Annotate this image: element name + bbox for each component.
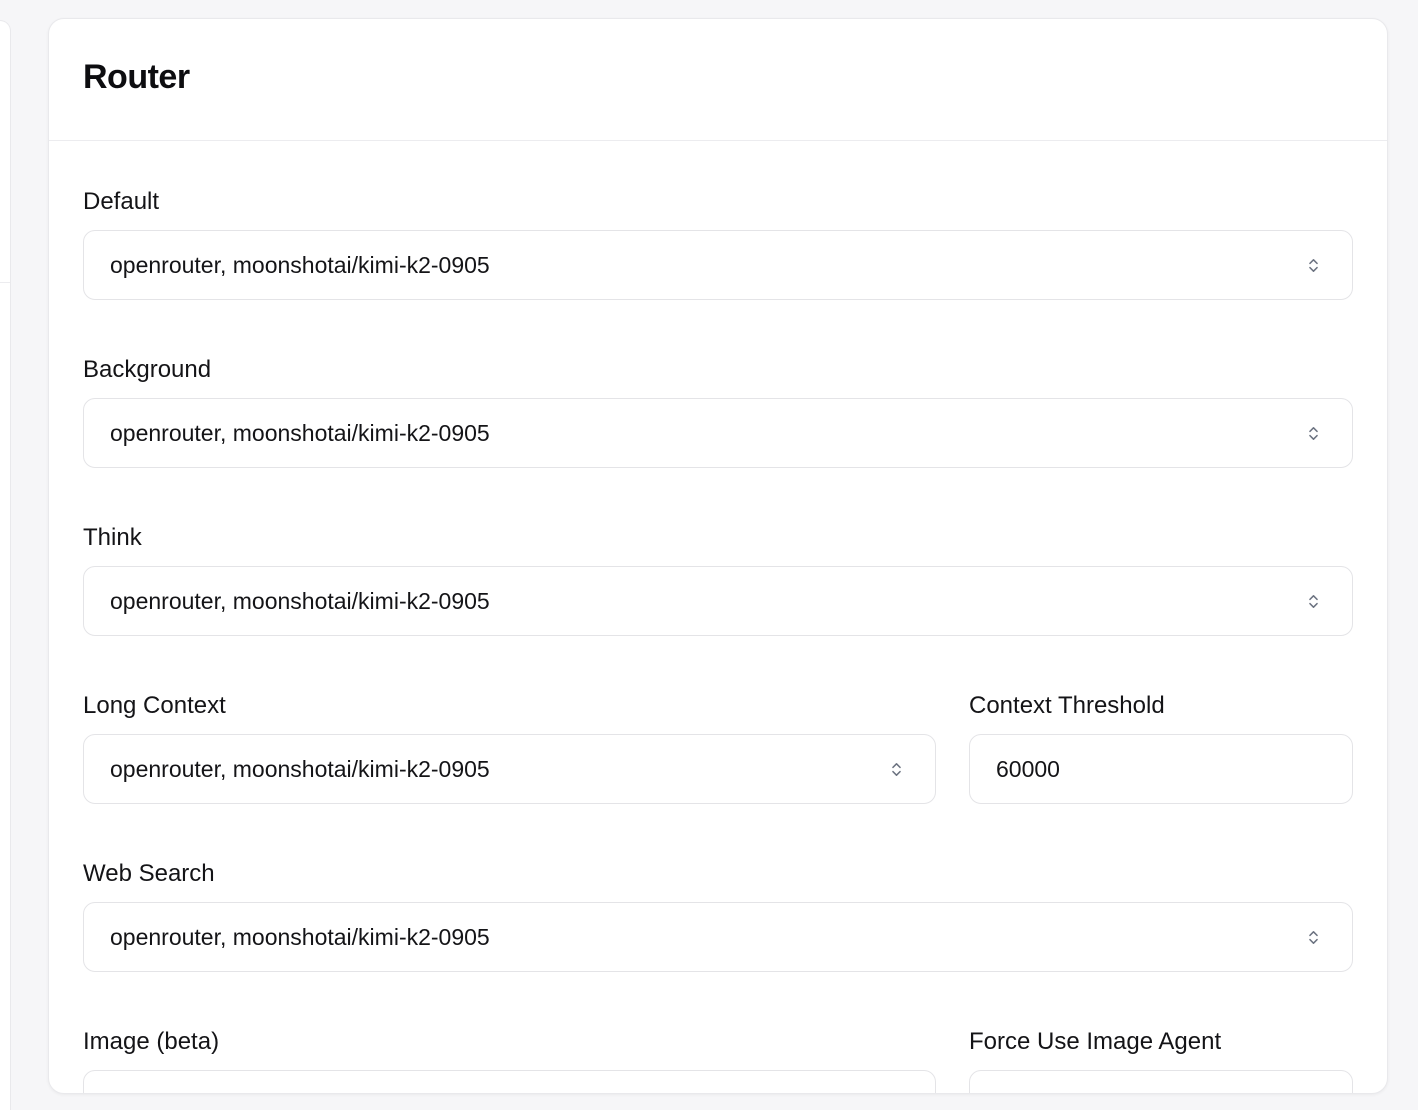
think-field-label: Think [83,524,142,551]
web-search-field-row: Web Search openrouter, moonshotai/kimi-k… [83,859,1353,972]
force-use-image-agent-input[interactable] [969,1070,1353,1093]
background-field-label: Background [83,356,212,383]
think-field-row: Think openrouter, moonshotai/kimi-k2-090… [83,523,1353,636]
image-model-select[interactable] [83,1070,936,1093]
web-search-field-label: Web Search [83,860,215,887]
force-use-image-agent-field: Force Use Image Agent [969,1027,1353,1093]
default-model-select[interactable]: openrouter, moonshotai/kimi-k2-0905 [83,230,1353,300]
adjacent-panel-edge [0,20,11,1110]
image-field: Image (beta) [83,1027,936,1093]
web-search-model-value: openrouter, moonshotai/kimi-k2-0905 [110,924,490,950]
long-context-model-value: openrouter, moonshotai/kimi-k2-0905 [110,756,490,782]
long-context-model-select[interactable]: openrouter, moonshotai/kimi-k2-0905 [83,734,936,804]
router-section-card: Router Default openrouter, moonshotai/ki… [48,18,1388,1094]
think-model-value: openrouter, moonshotai/kimi-k2-0905 [110,588,490,614]
settings-page: Router Default openrouter, moonshotai/ki… [0,0,1418,1110]
long-context-field-row: Long Context openrouter, moonshotai/kimi… [83,691,1353,804]
think-model-select[interactable]: openrouter, moonshotai/kimi-k2-0905 [83,566,1353,636]
default-field-label: Default [83,188,160,215]
default-field-row: Default openrouter, moonshotai/kimi-k2-0… [83,187,1353,300]
background-model-select[interactable]: openrouter, moonshotai/kimi-k2-0905 [83,398,1353,468]
context-threshold-input[interactable] [969,734,1353,804]
context-threshold-field-label: Context Threshold [969,692,1165,719]
force-use-image-agent-field-label: Force Use Image Agent [969,1028,1222,1055]
background-model-value: openrouter, moonshotai/kimi-k2-0905 [110,420,490,446]
context-threshold-field: Context Threshold [969,691,1353,804]
chevrons-up-down-icon [1305,425,1322,442]
router-section-header: Router [49,19,1387,141]
router-section-body: Default openrouter, moonshotai/kimi-k2-0… [49,187,1387,1093]
default-model-value: openrouter, moonshotai/kimi-k2-0905 [110,252,490,278]
background-field-row: Background openrouter, moonshotai/kimi-k… [83,355,1353,468]
web-search-model-select[interactable]: openrouter, moonshotai/kimi-k2-0905 [83,902,1353,972]
long-context-field-label: Long Context [83,692,226,719]
chevrons-up-down-icon [888,761,905,778]
adjacent-panel-divider [0,282,10,283]
chevrons-up-down-icon [1305,593,1322,610]
long-context-field: Long Context openrouter, moonshotai/kimi… [83,691,936,804]
image-field-label: Image (beta) [83,1028,220,1055]
chevrons-up-down-icon [1305,257,1322,274]
image-field-row: Image (beta) Force Use Image Agent [83,1027,1353,1093]
chevrons-up-down-icon [1305,929,1322,946]
page-title: Router [83,58,190,96]
